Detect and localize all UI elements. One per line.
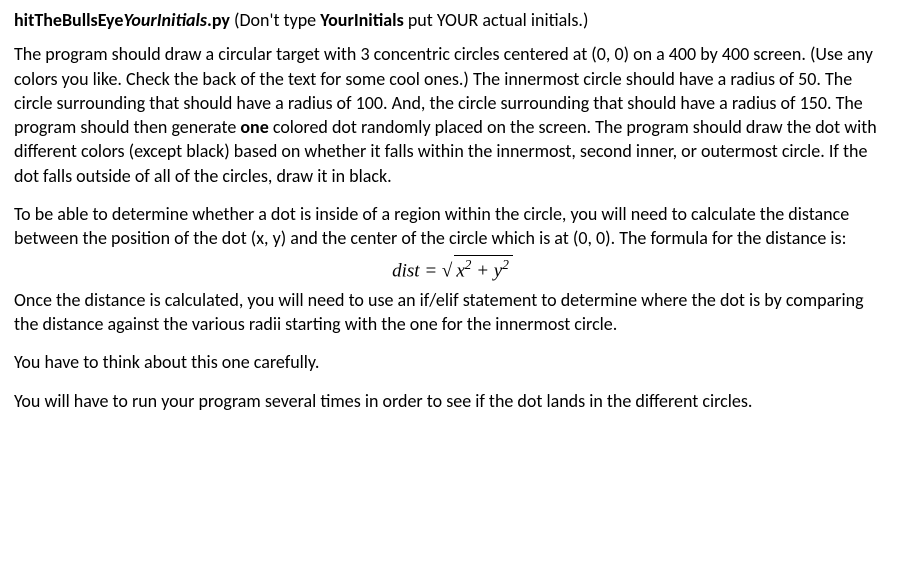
filename-variable: YourInitials	[123, 9, 207, 31]
radical-sign: √	[442, 260, 452, 281]
sqrt-wrap: x2 + y2	[452, 255, 513, 284]
formula-y: y	[494, 260, 502, 281]
heading-note-bold: YourInitials	[320, 9, 404, 31]
heading-note-after: put YOUR actual initials.)	[404, 9, 589, 31]
p1-one: one	[240, 116, 268, 138]
paragraph-5: You will have to run your program severa…	[14, 389, 891, 413]
filename-prefix: hitTheBullsEye	[14, 9, 123, 31]
formula-y-sq: 2	[502, 257, 509, 272]
formula-plus: +	[471, 260, 493, 281]
assignment-heading: hitTheBullsEyeYourInitials.py (Don't typ…	[14, 8, 891, 32]
formula-eq: =	[420, 260, 442, 281]
paragraph-4: You have to think about this one careful…	[14, 350, 891, 374]
heading-note-before: (Don't type	[230, 9, 320, 31]
filename-ext: .py	[207, 9, 230, 31]
distance-formula: dist = √x2 + y2	[14, 255, 891, 284]
radicand: x2 + y2	[454, 255, 513, 284]
paragraph-1: The program should draw a circular targe…	[14, 42, 891, 188]
formula-x: x	[456, 260, 464, 281]
paragraph-3: Once the distance is calculated, you wil…	[14, 288, 891, 337]
paragraph-2: To be able to determine whether a dot is…	[14, 202, 891, 251]
formula-lhs: dist	[392, 260, 419, 281]
